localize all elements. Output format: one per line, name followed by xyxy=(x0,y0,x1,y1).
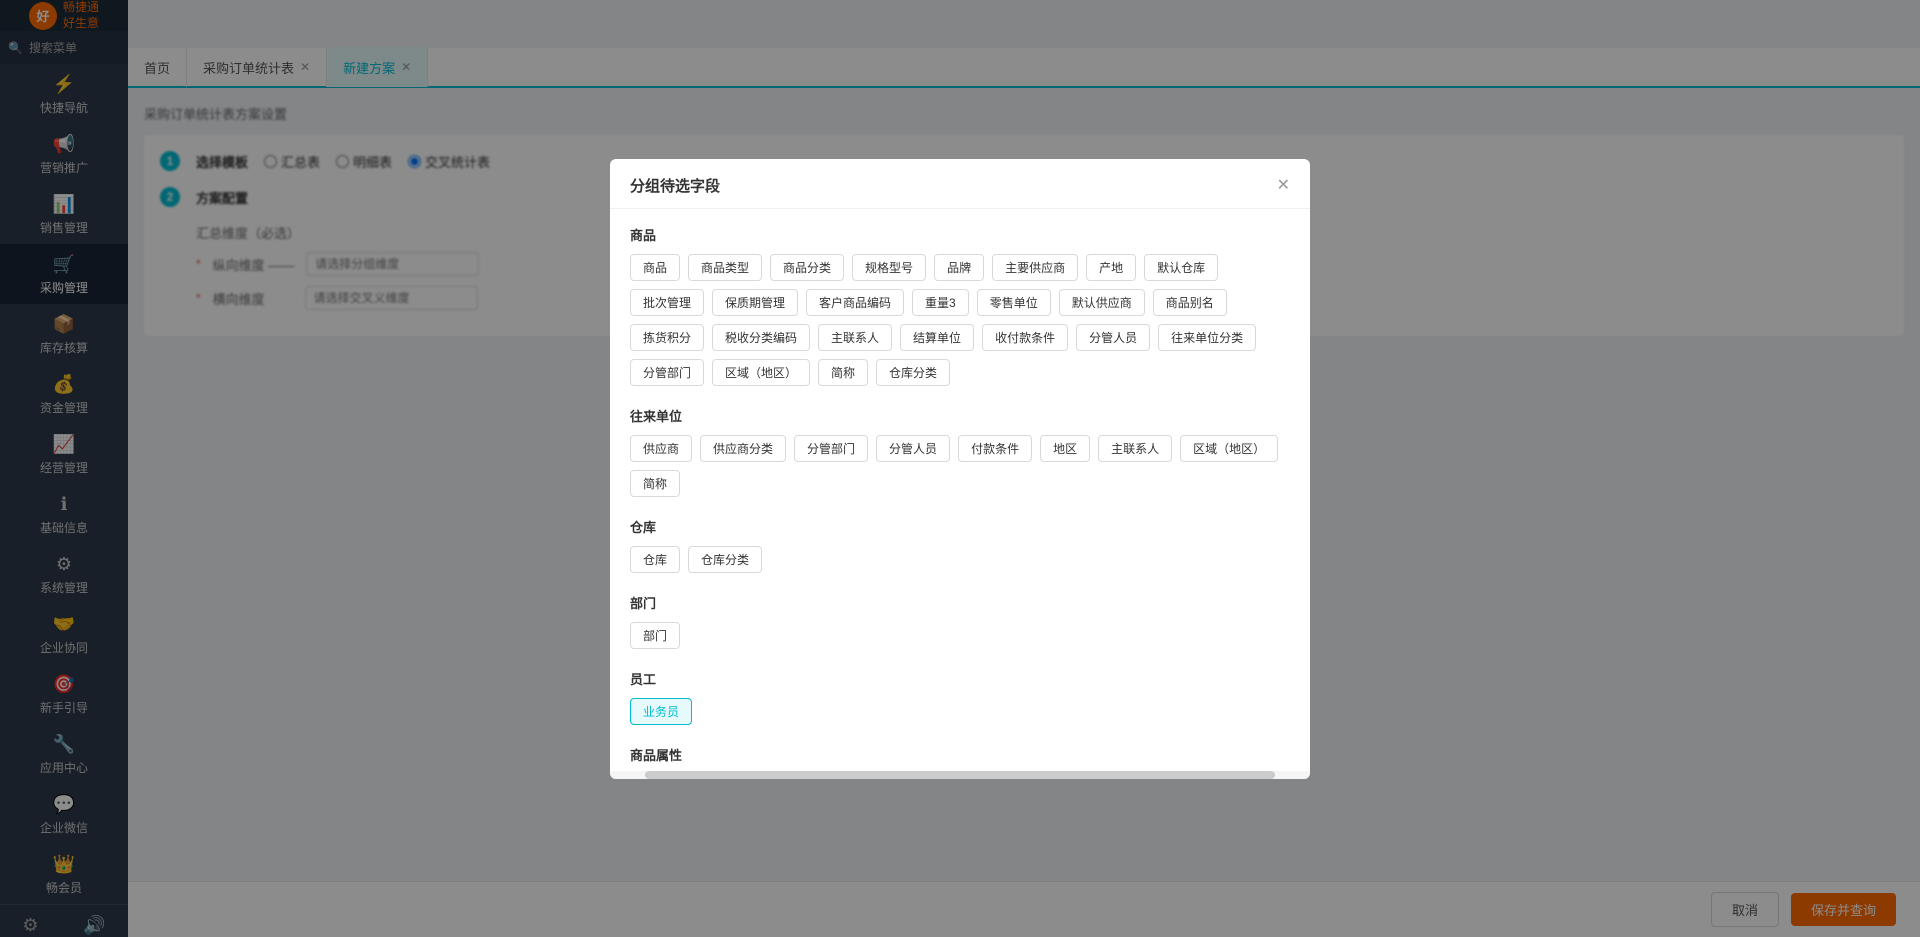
field-tag-region[interactable]: 区域（地区） xyxy=(712,359,810,386)
field-tag-partner-manager[interactable]: 分管人员 xyxy=(876,435,950,462)
employee-section: 员工 业务员 xyxy=(630,669,1290,725)
partner-section-title: 往来单位 xyxy=(630,406,1290,425)
field-tag-goods-category[interactable]: 商品分类 xyxy=(770,254,844,281)
warehouse-section-title: 仓库 xyxy=(630,517,1290,536)
field-tag-partner-abbr[interactable]: 简称 xyxy=(630,470,680,497)
field-tag-spec[interactable]: 规格型号 xyxy=(852,254,926,281)
modal-close-button[interactable]: ✕ xyxy=(1277,175,1290,195)
modal-scrollbar-track xyxy=(610,771,1310,779)
field-tag-settlement-unit[interactable]: 结算单位 xyxy=(900,324,974,351)
field-tag-default-warehouse[interactable]: 默认仓库 xyxy=(1144,254,1218,281)
field-tag-supplier[interactable]: 供应商 xyxy=(630,435,692,462)
goods-field-tags: 商品 商品类型 商品分类 规格型号 品牌 主要供应商 产地 默认仓库 批次管理 … xyxy=(630,254,1290,386)
field-tag-brand[interactable]: 品牌 xyxy=(934,254,984,281)
field-tag-manager[interactable]: 分管人员 xyxy=(1076,324,1150,351)
product-attr-section-title: 商品属性 xyxy=(630,745,1290,764)
field-tag-dept[interactable]: 分管部门 xyxy=(630,359,704,386)
employee-field-tags: 业务员 xyxy=(630,698,1290,725)
goods-section-title: 商品 xyxy=(630,225,1290,244)
field-tag-main-supplier[interactable]: 主要供应商 xyxy=(992,254,1078,281)
field-tag-partner-dept[interactable]: 分管部门 xyxy=(794,435,868,462)
field-tag-customer-code[interactable]: 客户商品编码 xyxy=(806,289,904,316)
goods-section: 商品 商品 商品类型 商品分类 规格型号 品牌 主要供应商 产地 默认仓库 批次… xyxy=(630,225,1290,386)
warehouse-section: 仓库 仓库 仓库分类 xyxy=(630,517,1290,573)
field-tag-supplier-category[interactable]: 供应商分类 xyxy=(700,435,786,462)
field-tag-weight[interactable]: 重量3 xyxy=(912,289,969,316)
modal-overlay: 分组待选字段 ✕ 商品 商品 商品类型 商品分类 规格型号 品牌 主要供应商 产… xyxy=(0,0,1920,937)
field-tag-partner-contact[interactable]: 主联系人 xyxy=(1098,435,1172,462)
modal-body: 商品 商品 商品类型 商品分类 规格型号 品牌 主要供应商 产地 默认仓库 批次… xyxy=(610,209,1310,771)
employee-section-title: 员工 xyxy=(630,669,1290,688)
field-tag-goods-type[interactable]: 商品类型 xyxy=(688,254,762,281)
field-select-modal: 分组待选字段 ✕ 商品 商品 商品类型 商品分类 规格型号 品牌 主要供应商 产… xyxy=(610,159,1310,779)
field-tag-partner-region[interactable]: 区域（地区） xyxy=(1180,435,1278,462)
field-tag-salesperson[interactable]: 业务员 xyxy=(630,698,692,725)
field-tag-warehouse-category[interactable]: 仓库分类 xyxy=(688,546,762,573)
field-tag-origin[interactable]: 产地 xyxy=(1086,254,1136,281)
field-tag-area[interactable]: 地区 xyxy=(1040,435,1090,462)
field-tag-batch[interactable]: 批次管理 xyxy=(630,289,704,316)
field-tag-warehouse-name[interactable]: 仓库 xyxy=(630,546,680,573)
department-section-title: 部门 xyxy=(630,593,1290,612)
field-tag-alias[interactable]: 商品别名 xyxy=(1153,289,1227,316)
modal-header: 分组待选字段 ✕ xyxy=(610,159,1310,209)
field-tag-main-contact[interactable]: 主联系人 xyxy=(818,324,892,351)
field-tag-pick-score[interactable]: 拣货积分 xyxy=(630,324,704,351)
field-tag-department[interactable]: 部门 xyxy=(630,622,680,649)
modal-title: 分组待选字段 xyxy=(630,175,720,196)
modal-scrollbar-thumb[interactable] xyxy=(645,771,1275,779)
field-tag-tax-code[interactable]: 税收分类编码 xyxy=(712,324,810,351)
department-section: 部门 部门 xyxy=(630,593,1290,649)
field-tag-abbr[interactable]: 简称 xyxy=(818,359,868,386)
partner-section: 往来单位 供应商 供应商分类 分管部门 分管人员 付款条件 地区 主联系人 区域… xyxy=(630,406,1290,497)
field-tag-payment-terms[interactable]: 收付款条件 xyxy=(982,324,1068,351)
field-tag-goods[interactable]: 商品 xyxy=(630,254,680,281)
field-tag-pay-terms[interactable]: 付款条件 xyxy=(958,435,1032,462)
partner-field-tags: 供应商 供应商分类 分管部门 分管人员 付款条件 地区 主联系人 区域（地区） … xyxy=(630,435,1290,497)
department-field-tags: 部门 xyxy=(630,622,1290,649)
field-tag-warehouse-cat[interactable]: 仓库分类 xyxy=(876,359,950,386)
field-tag-partner-category[interactable]: 往来单位分类 xyxy=(1158,324,1256,351)
field-tag-default-supplier[interactable]: 默认供应商 xyxy=(1059,289,1145,316)
field-tag-expiry[interactable]: 保质期管理 xyxy=(712,289,798,316)
product-attr-section: 商品属性 属性 颜色 多规格 尺码 鞋码 1 xyxy=(630,745,1290,771)
field-tag-retail-unit[interactable]: 零售单位 xyxy=(977,289,1051,316)
warehouse-field-tags: 仓库 仓库分类 xyxy=(630,546,1290,573)
